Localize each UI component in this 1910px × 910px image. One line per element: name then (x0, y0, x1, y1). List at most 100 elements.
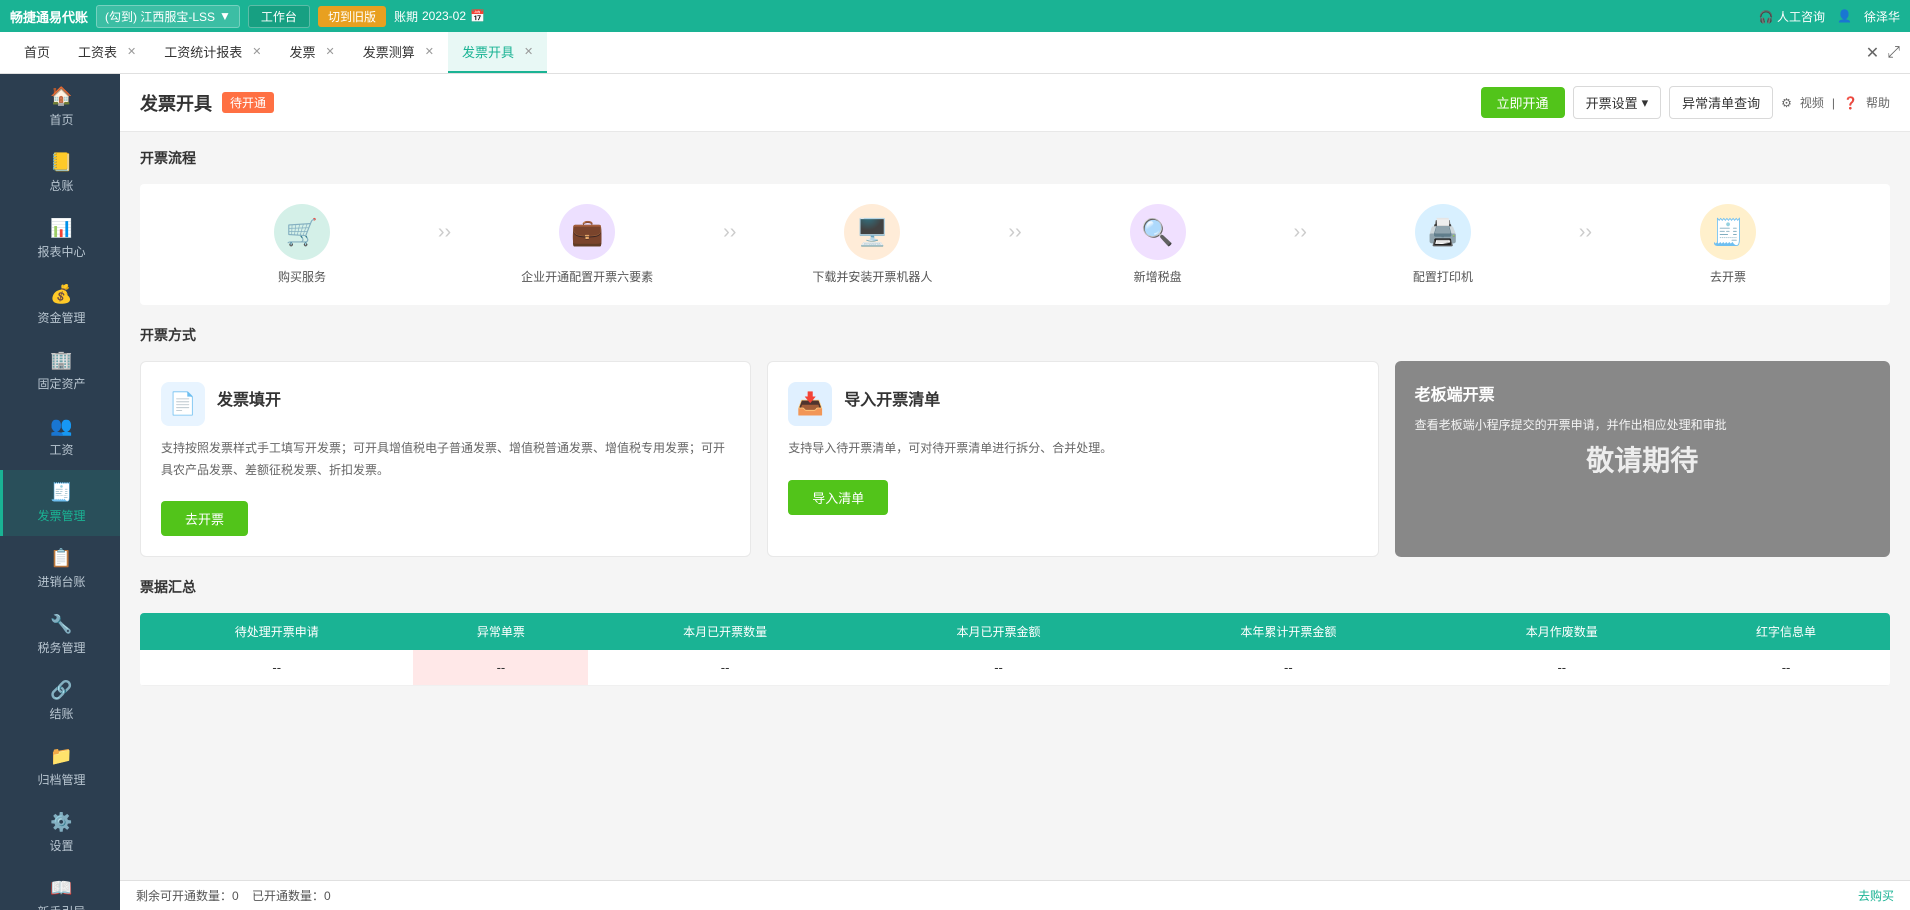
cell-red-note: -- (1682, 650, 1890, 686)
tab-salary-close[interactable]: ✕ (127, 45, 136, 58)
invoice-icon: 🧾 (50, 482, 72, 503)
tab-expand-icon[interactable]: ⤢ (1887, 44, 1900, 62)
tab-close-all-icon[interactable]: ✕ (1866, 43, 1879, 63)
sidebar-item-tax[interactable]: 🔧 税务管理 (0, 602, 120, 668)
sidebar-item-invoice[interactable]: 🧾 发票管理 (0, 470, 120, 536)
company-selector[interactable]: (勾到) 江西服宝-LSS ▼ (96, 5, 240, 28)
sidebar-item-home-label: 首页 (49, 111, 73, 128)
top-bar: 畅捷通易代账 (勾到) 江西服宝-LSS ▼ 工作台 切到旧版 账期 2023-… (0, 0, 1910, 32)
cell-pending: -- (140, 650, 413, 686)
tab-salary[interactable]: 工资表 ✕ (64, 32, 150, 73)
calendar-icon[interactable]: 📅 (470, 9, 485, 23)
tab-salary-report[interactable]: 工资统计报表 ✕ (150, 32, 275, 73)
sidebar-item-reports[interactable]: 📊 报表中心 (0, 206, 120, 272)
import-list-button[interactable]: 导入清单 (788, 480, 888, 515)
tab-invoice-calc-close[interactable]: ✕ (425, 45, 434, 58)
col-abnormal: 异常单票 (413, 613, 588, 650)
bottom-bar: 剩余可开通数量：0 已开通数量：0 去购买 (120, 880, 1910, 910)
step-configure-icon: 💼 (559, 204, 615, 260)
sidebar-item-fund[interactable]: 💰 资金管理 (0, 272, 120, 338)
step-issue-icon: 🧾 (1700, 204, 1756, 260)
sidebar-item-invoice-label: 发票管理 (37, 507, 85, 524)
tab-home[interactable]: 首页 (10, 32, 64, 73)
method-manual-desc: 支持按照发票样式手工填写开发票；可开具增值税电子普通发票、增值税普通发票、增值税… (161, 438, 730, 481)
step-issue-label: 去开票 (1710, 268, 1746, 285)
cell-void-count: -- (1442, 650, 1683, 686)
arrow-4: ›› (1290, 221, 1311, 244)
sidebar-item-guide-label: 新手引导 (37, 903, 85, 910)
arrow-2: ›› (719, 221, 740, 244)
nav-tabs-bar: 首页 工资表 ✕ 工资统计报表 ✕ 发票 ✕ 发票测算 ✕ 发票开具 ✕ ✕ ⤢ (0, 32, 1910, 74)
settings-text: 开票设置 (1586, 93, 1638, 112)
sidebar-item-purchase-label: 进销台账 (37, 573, 85, 590)
step-printer-label: 配置打印机 (1413, 268, 1473, 285)
purchase-icon: 📋 (50, 548, 72, 569)
summary-section: 票据汇总 待处理开票申请 异常单票 本月已开票数量 本月已开票金额 本年累计开票… (140, 577, 1890, 686)
remaining-quota: 剩余可开通数量：0 (136, 889, 239, 903)
col-month-count: 本月已开票数量 (588, 613, 861, 650)
sidebar: 🏠 首页 📒 总账 📊 报表中心 💰 资金管理 🏢 固定资产 👥 工资 🧾 发票… (0, 74, 120, 910)
sidebar-item-archive[interactable]: 📁 归档管理 (0, 734, 120, 800)
view-label[interactable]: 视频 (1800, 94, 1824, 111)
sidebar-item-settle[interactable]: 🔗 结账 (0, 668, 120, 734)
method-import-desc: 支持导入待开票清单，可对待开票清单进行拆分、合并处理。 (788, 438, 1357, 460)
tab-actions: ✕ ⤢ (1866, 43, 1900, 63)
sidebar-item-ledger[interactable]: 📒 总账 (0, 140, 120, 206)
sidebar-item-payroll[interactable]: 👥 工资 (0, 404, 120, 470)
sidebar-item-guide[interactable]: 📖 新手引导 (0, 866, 120, 910)
arrow-3: ›› (1004, 221, 1025, 244)
settings-button[interactable]: 开票设置 ▾ (1573, 86, 1662, 119)
sidebar-item-settings[interactable]: ⚙️ 设置 (0, 800, 120, 866)
dropdown-icon: ▼ (219, 9, 231, 23)
guide-icon: 📖 (50, 878, 72, 899)
go-issue-button[interactable]: 去开票 (161, 501, 248, 536)
step-download: 🖥️ 下载并安装开票机器人 (740, 204, 1004, 285)
tab-invoice[interactable]: 发票 ✕ (275, 32, 348, 73)
tab-invoice-close[interactable]: ✕ (326, 45, 335, 58)
step-buy-icon: 🛒 (274, 204, 330, 260)
tax-icon: 🔧 (50, 614, 72, 635)
method-manual-title: 发票填开 (217, 386, 281, 410)
step-buy-label: 购买服务 (278, 268, 326, 285)
sidebar-item-home[interactable]: 🏠 首页 (0, 74, 120, 140)
page-title-row: 发票开具 待开通 (140, 90, 274, 116)
sidebar-item-assets[interactable]: 🏢 固定资产 (0, 338, 120, 404)
boss-card-desc: 查看老板端小程序提交的开票申请，并作出相应处理和审批 (1415, 415, 1870, 435)
buy-link[interactable]: 去购买 (1858, 887, 1894, 904)
home-icon: 🏠 (50, 86, 72, 107)
workbench-button[interactable]: 工作台 (248, 5, 310, 28)
settle-icon: 🔗 (50, 680, 72, 701)
tab-invoice-issue[interactable]: 发票开具 ✕ (448, 32, 547, 73)
col-year-amount: 本年累计开票金额 (1135, 613, 1441, 650)
col-red-note: 红字信息单 (1682, 613, 1890, 650)
tab-invoice-calc[interactable]: 发票测算 ✕ (349, 32, 448, 73)
abnormal-query-button[interactable]: 异常清单查询 (1669, 86, 1773, 119)
col-void-count: 本月作废数量 (1442, 613, 1683, 650)
help-label[interactable]: 帮助 (1866, 94, 1890, 111)
step-taxpad-label: 新增税盘 (1134, 268, 1182, 285)
tab-invoice-issue-close[interactable]: ✕ (524, 45, 533, 58)
coming-soon-label: 敬请期待 (1586, 439, 1698, 479)
method-card-boss: 老板端开票 查看老板端小程序提交的开票申请，并作出相应处理和审批 敬请期待 (1395, 361, 1890, 557)
process-title: 开票流程 (140, 148, 1890, 168)
user-name[interactable]: 徐泽华 (1864, 8, 1900, 25)
cell-year-amount: -- (1135, 650, 1441, 686)
sidebar-item-payroll-label: 工资 (49, 441, 73, 458)
old-version-button[interactable]: 切到旧版 (318, 6, 386, 27)
boss-card-title: 老板端开票 (1415, 381, 1870, 405)
summary-header-row: 待处理开票申请 异常单票 本月已开票数量 本月已开票金额 本年累计开票金额 本月… (140, 613, 1890, 650)
step-printer: 🖨️ 配置打印机 (1311, 204, 1575, 285)
status-badge: 待开通 (222, 92, 274, 113)
methods-section: 开票方式 📄 发票填开 支持按照发票样式手工填写开发票；可开具增值税电子普通发票… (140, 325, 1890, 557)
tab-salary-report-close[interactable]: ✕ (252, 45, 261, 58)
sidebar-item-purchase[interactable]: 📋 进销台账 (0, 536, 120, 602)
headset-icon: 🎧 (1759, 10, 1774, 24)
method-manual-icon: 📄 (161, 382, 205, 426)
cell-abnormal: -- (413, 650, 588, 686)
period-value: 2023-02 (422, 9, 466, 23)
method-card-import-header: 📥 导入开票清单 (788, 382, 1357, 426)
immediate-open-button[interactable]: 立即开通 (1481, 87, 1565, 118)
method-card-manual-header: 📄 发票填开 (161, 382, 730, 426)
sidebar-item-tax-label: 税务管理 (37, 639, 85, 656)
support-link[interactable]: 🎧 人工咨询 (1759, 8, 1825, 25)
